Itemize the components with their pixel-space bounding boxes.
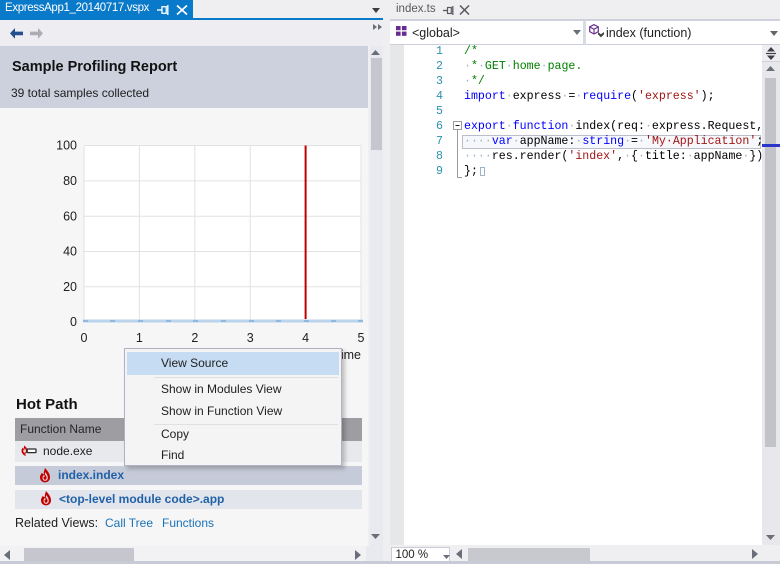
svg-text:5: 5 [358,331,365,345]
svg-text:1: 1 [136,331,143,345]
svg-text:2: 2 [191,331,198,345]
svg-text:3: 3 [247,331,254,345]
svg-text:80: 80 [63,174,77,188]
svg-text:0: 0 [81,331,88,345]
svg-text:60: 60 [63,210,77,224]
svg-text:40: 40 [63,245,77,259]
svg-text:20: 20 [63,280,77,294]
svg-text:4: 4 [302,331,309,345]
svg-text:100: 100 [56,139,77,153]
svg-text:0: 0 [70,315,77,329]
